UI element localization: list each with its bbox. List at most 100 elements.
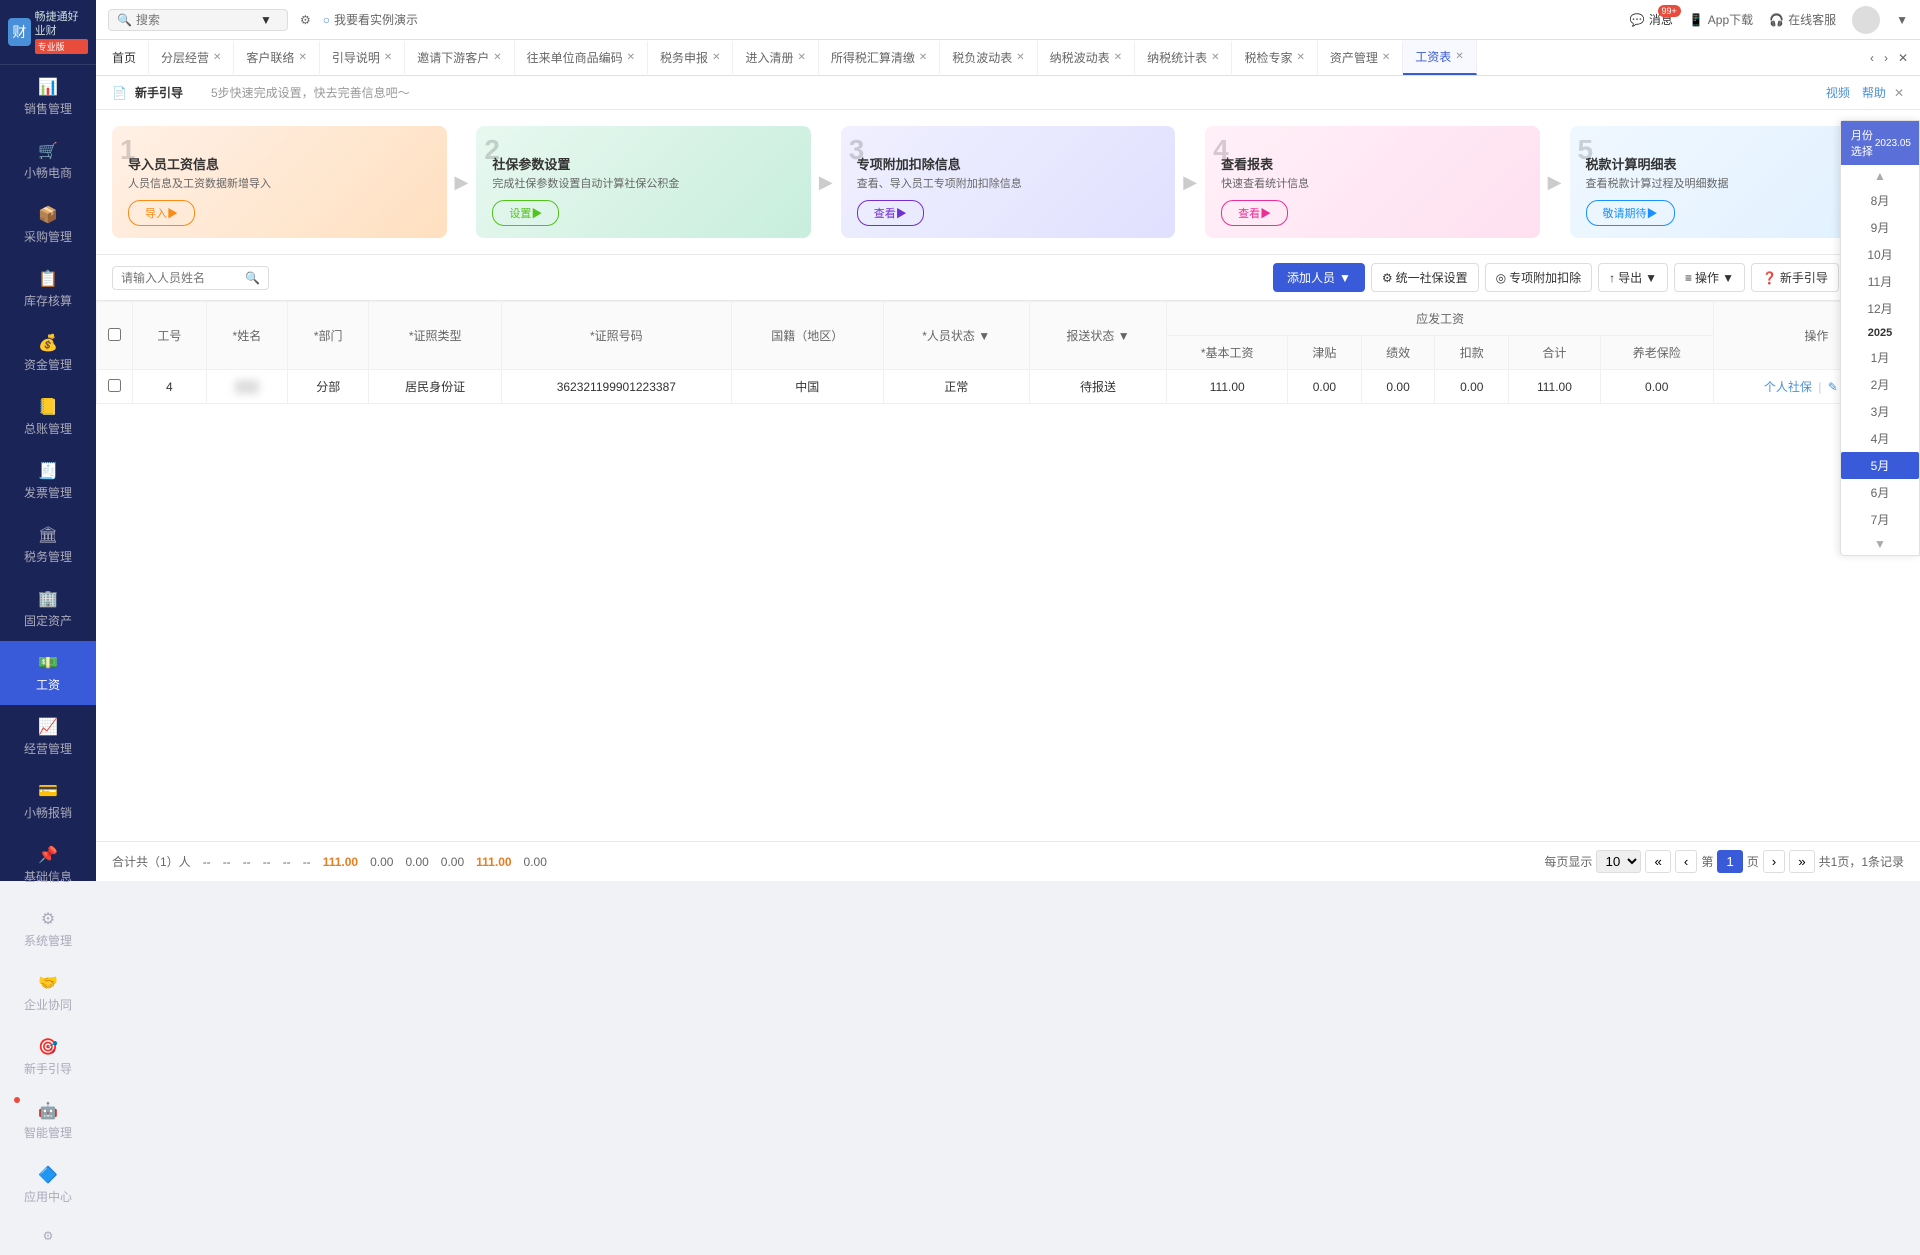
sidebar-item-system[interactable]: ⚙ 系统管理 xyxy=(0,897,96,961)
tab-customer-close[interactable]: ✕ xyxy=(298,52,306,63)
sidebar-item-inventory[interactable]: 📋 库存核算 xyxy=(0,257,96,321)
tab-clearance[interactable]: 进入清册 ✕ xyxy=(733,41,818,74)
month-item-5[interactable]: 5月 xyxy=(1841,452,1919,479)
step-1-button[interactable]: 导入▶ xyxy=(128,200,195,226)
sidebar-settings-button[interactable]: ⚙ xyxy=(0,1217,96,1255)
select-all-checkbox[interactable] xyxy=(108,328,121,341)
month-nav-down[interactable]: ▼ xyxy=(1841,533,1919,555)
tab-asset-mgmt-close[interactable]: ✕ xyxy=(1382,52,1390,63)
month-item-11[interactable]: 11月 xyxy=(1841,268,1919,295)
add-employee-button[interactable]: 添加人员 ▼ xyxy=(1273,263,1365,292)
tab-invite-close[interactable]: ✕ xyxy=(493,52,501,63)
tab-tax-fluctuation-close[interactable]: ✕ xyxy=(1114,52,1122,63)
tab-income-tax-close[interactable]: ✕ xyxy=(919,52,927,63)
messages-button[interactable]: 💬 消息 99+ xyxy=(1630,11,1673,28)
step-5-button[interactable]: 敬请期待▶ xyxy=(1586,200,1675,226)
next-page-button[interactable]: › xyxy=(1763,850,1785,873)
sidebar-item-assets[interactable]: 🏢 固定资产 xyxy=(0,577,96,641)
tab-clearance-close[interactable]: ✕ xyxy=(797,52,805,63)
sidebar-item-guide[interactable]: 🎯 新手引导 xyxy=(0,1025,96,1089)
sidebar-item-finance[interactable]: 💰 资金管理 xyxy=(0,321,96,385)
current-page-button[interactable]: 1 xyxy=(1717,850,1742,873)
tab-tax-expert[interactable]: 税检专家 ✕ xyxy=(1232,41,1317,74)
sidebar-item-ai[interactable]: 🤖 智能管理 xyxy=(0,1089,96,1153)
operations-button[interactable]: ≡ 操作 ▼ xyxy=(1674,263,1745,292)
sidebar-item-salary[interactable]: 💵 工资 xyxy=(0,641,96,705)
month-item-8[interactable]: 8月 xyxy=(1841,187,1919,214)
tab-salary[interactable]: 工资表 ✕ xyxy=(1403,40,1476,75)
tab-tax-stats[interactable]: 纳税统计表 ✕ xyxy=(1135,41,1232,74)
prev-page-button[interactable]: ‹ xyxy=(1675,850,1697,873)
tab-invite[interactable]: 邀请下游客户 ✕ xyxy=(405,41,514,74)
sidebar-item-operations[interactable]: 📈 经营管理 xyxy=(0,705,96,769)
tab-income-tax[interactable]: 所得税汇算清缴 ✕ xyxy=(819,41,940,74)
sidebar-item-invoice[interactable]: 🧾 发票管理 xyxy=(0,449,96,513)
tab-layered-ops-close[interactable]: ✕ xyxy=(213,52,221,63)
tab-scroll-right[interactable]: › xyxy=(1880,47,1892,69)
employee-search-box[interactable]: 🔍 xyxy=(112,266,269,290)
month-item-2[interactable]: 2月 xyxy=(1841,371,1919,398)
month-item-1[interactable]: 1月 xyxy=(1841,344,1919,371)
sidebar-item-purchase[interactable]: 📦 采购管理 xyxy=(0,193,96,257)
month-item-9[interactable]: 9月 xyxy=(1841,214,1919,241)
month-item-7[interactable]: 7月 xyxy=(1841,506,1919,533)
tab-tax-stats-close[interactable]: ✕ xyxy=(1211,52,1219,63)
app-download-button[interactable]: 📱 App下载 xyxy=(1689,11,1753,28)
step-2-button[interactable]: 设置▶ xyxy=(492,200,559,226)
sidebar-item-app-center[interactable]: 🔷 应用中心 xyxy=(0,1153,96,1217)
step-3-button[interactable]: 查看▶ xyxy=(857,200,924,226)
user-menu-button[interactable]: ▼ xyxy=(1896,13,1908,27)
sidebar-item-collab[interactable]: 🤝 企业协同 xyxy=(0,961,96,1025)
tab-layered-ops[interactable]: 分层经营 ✕ xyxy=(149,41,234,74)
sidebar-item-ecommerce[interactable]: 🛒 小畅电商 xyxy=(0,129,96,193)
sidebar-item-expense[interactable]: 💳 小畅报销 xyxy=(0,769,96,833)
tab-tax-burden[interactable]: 税负波动表 ✕ xyxy=(940,41,1037,74)
topbar-search-input[interactable] xyxy=(136,13,256,27)
export-button[interactable]: ↑ 导出 ▼ xyxy=(1598,263,1668,292)
tab-asset-mgmt[interactable]: 资产管理 ✕ xyxy=(1318,41,1403,74)
tab-scroll-left[interactable]: ‹ xyxy=(1866,47,1878,69)
personal-social-insurance-link[interactable]: 个人社保 xyxy=(1764,380,1812,394)
tab-customer[interactable]: 客户联络 ✕ xyxy=(234,41,319,74)
employee-search-input[interactable] xyxy=(121,271,241,285)
employee-search-icon[interactable]: 🔍 xyxy=(245,271,260,285)
topbar-settings-icon[interactable]: ⚙ xyxy=(296,9,315,31)
tab-tax-expert-close[interactable]: ✕ xyxy=(1297,52,1305,63)
tab-tax-report[interactable]: 税务申报 ✕ xyxy=(648,41,733,74)
step-4-button[interactable]: 查看▶ xyxy=(1221,200,1288,226)
online-service-button[interactable]: 🎧 在线客服 xyxy=(1769,11,1836,28)
tab-tax-burden-close[interactable]: ✕ xyxy=(1016,52,1024,63)
special-deduction-button[interactable]: ◎ 专项附加扣除 xyxy=(1485,263,1593,292)
month-item-4[interactable]: 4月 xyxy=(1841,425,1919,452)
tab-salary-close[interactable]: ✕ xyxy=(1455,51,1463,62)
sidebar-item-tax[interactable]: 🏛 税务管理 xyxy=(0,513,96,577)
tab-guide-close[interactable]: ✕ xyxy=(384,52,392,63)
unified-settings-button[interactable]: ⚙ 统一社保设置 xyxy=(1371,263,1479,292)
sidebar-item-sales[interactable]: 📊 销售管理 xyxy=(0,65,96,129)
month-item-12[interactable]: 12月 xyxy=(1841,295,1919,322)
tab-home[interactable]: 首页 xyxy=(100,41,149,74)
tab-product-code-close[interactable]: ✕ xyxy=(627,52,635,63)
topbar-demo-button[interactable]: ○ 我要看实例演示 xyxy=(323,11,418,28)
guide-help-link[interactable]: 帮助 xyxy=(1862,84,1886,101)
tab-close-all[interactable]: ✕ xyxy=(1894,47,1912,69)
edit-row-icon[interactable]: ✎ xyxy=(1828,380,1838,394)
tab-tax-fluctuation[interactable]: 纳税波动表 ✕ xyxy=(1038,41,1135,74)
topbar-search-box[interactable]: 🔍 ▼ xyxy=(108,9,288,31)
guide-video-link[interactable]: 视频 xyxy=(1826,84,1850,101)
tab-product-code[interactable]: 往来单位商品编码 ✕ xyxy=(515,41,648,74)
tab-guide[interactable]: 引导说明 ✕ xyxy=(320,41,405,74)
user-avatar[interactable] xyxy=(1852,6,1880,34)
report-filter-icon[interactable]: ▼ xyxy=(1118,329,1130,343)
month-item-3[interactable]: 3月 xyxy=(1841,398,1919,425)
month-item-10[interactable]: 10月 xyxy=(1841,241,1919,268)
last-page-button[interactable]: » xyxy=(1789,850,1814,873)
month-item-6[interactable]: 6月 xyxy=(1841,479,1919,506)
per-page-select[interactable]: 10 20 50 xyxy=(1596,850,1641,873)
new-guide-button[interactable]: ❓ 新手引导 xyxy=(1751,263,1839,292)
sidebar-item-ledger[interactable]: 📒 总账管理 xyxy=(0,385,96,449)
guide-banner-close[interactable]: ✕ xyxy=(1894,86,1904,100)
status-filter-icon[interactable]: ▼ xyxy=(978,329,990,343)
sidebar-item-basic-info[interactable]: 📌 基础信息 xyxy=(0,833,96,897)
month-nav-up[interactable]: ▲ xyxy=(1841,165,1919,187)
